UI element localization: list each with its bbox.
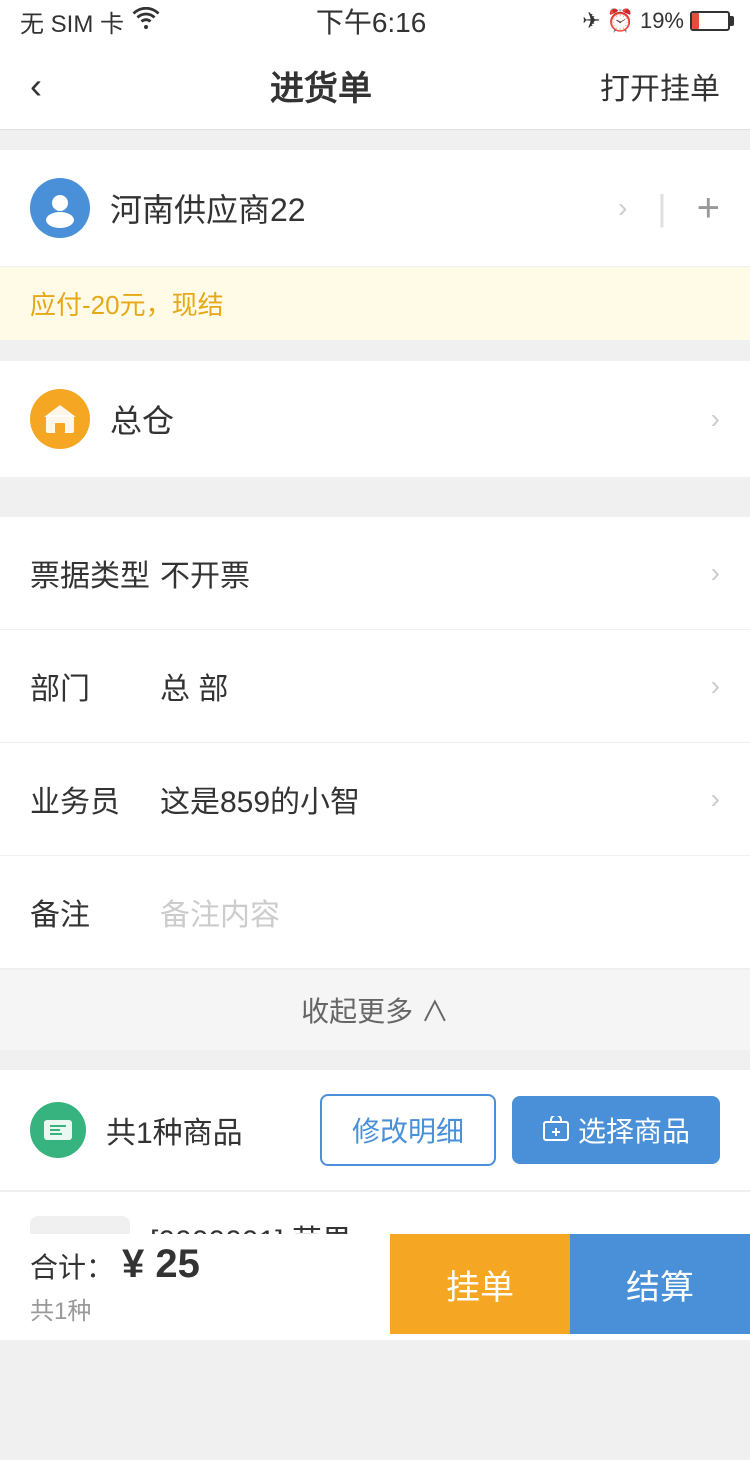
page-title: 进货单	[270, 61, 372, 110]
department-label: 部门	[30, 664, 160, 708]
section-divider-3	[0, 477, 750, 497]
remark-row[interactable]: 备注 备注内容	[0, 856, 750, 968]
section-divider-2	[0, 341, 750, 361]
wifi-icon	[132, 7, 160, 36]
department-chevron-icon: ›	[711, 670, 720, 702]
warehouse-chevron-icon: ›	[711, 403, 720, 435]
edit-detail-button[interactable]: 修改明细	[320, 1094, 496, 1166]
divider-line: |	[657, 187, 666, 229]
alarm-icon: ⏰	[607, 8, 634, 34]
warehouse-name: 总仓	[110, 396, 711, 442]
invoice-type-value: 不开票	[160, 551, 711, 595]
checkout-button[interactable]: 结算	[570, 1234, 750, 1334]
supplier-avatar	[30, 178, 90, 238]
hold-button[interactable]: 挂单	[390, 1234, 570, 1334]
collapse-button[interactable]: 收起更多 ∧	[0, 970, 750, 1050]
total-amount: ¥ 25	[122, 1242, 200, 1287]
form-section: 票据类型 不开票 › 部门 总 部 › 业务员 这是859的小智 › 备注 备注…	[0, 517, 750, 968]
carrier-text: 无 SIM 卡	[20, 4, 124, 39]
status-bar: 无 SIM 卡 下午6:16 ✈ ⏰ 19%	[0, 0, 750, 42]
salesperson-chevron-icon: ›	[711, 783, 720, 815]
total-label: 合计：	[30, 1246, 114, 1286]
status-left: 无 SIM 卡	[20, 4, 160, 39]
location-icon: ✈	[582, 8, 600, 34]
department-value: 总 部	[160, 664, 711, 708]
invoice-type-label: 票据类型	[30, 551, 160, 595]
total-sub: 共1种	[30, 1291, 360, 1326]
invoice-chevron-icon: ›	[711, 557, 720, 589]
open-hold-button[interactable]: 打开挂单	[600, 64, 720, 108]
supplier-section: 河南供应商22 › | + 应付-20元，现结	[0, 150, 750, 341]
add-supplier-button[interactable]: +	[697, 186, 720, 231]
bottom-total: 合计： ¥ 25 共1种	[0, 1234, 390, 1334]
warehouse-icon-wrap	[30, 389, 90, 449]
collapse-text: 收起更多 ∧	[301, 990, 449, 1030]
supplier-actions: › | +	[618, 186, 720, 231]
department-row[interactable]: 部门 总 部 ›	[0, 630, 750, 743]
products-icon	[30, 1102, 86, 1158]
salesperson-label: 业务员	[30, 777, 160, 821]
supplier-row[interactable]: 河南供应商22 › | +	[0, 150, 750, 267]
status-time: 下午6:16	[316, 1, 427, 41]
remark-label: 备注	[30, 890, 160, 934]
products-header: 共1种商品 修改明细 选择商品	[0, 1070, 750, 1190]
remark-placeholder: 备注内容	[160, 890, 720, 934]
invoice-type-row[interactable]: 票据类型 不开票 ›	[0, 517, 750, 630]
warehouse-section: 总仓 ›	[0, 361, 750, 477]
supplier-name: 河南供应商22	[110, 185, 618, 231]
warehouse-row[interactable]: 总仓 ›	[0, 361, 750, 477]
products-count: 共1种商品	[106, 1108, 320, 1152]
bottom-bar: 合计： ¥ 25 共1种 挂单 结算	[0, 1234, 750, 1334]
status-right: ✈ ⏰ 19%	[582, 8, 730, 34]
back-button[interactable]: ‹	[30, 65, 42, 107]
salesperson-row[interactable]: 业务员 这是859的小智 ›	[0, 743, 750, 856]
total-row: 合计： ¥ 25	[30, 1242, 360, 1287]
section-divider-1	[0, 130, 750, 150]
bottom-spacer	[0, 1340, 750, 1460]
battery-icon	[690, 11, 730, 31]
nav-bar: ‹ 进货单 打开挂单	[0, 42, 750, 130]
battery-percent: 19%	[640, 8, 684, 34]
supplier-chevron-icon: ›	[618, 192, 627, 224]
select-product-button[interactable]: 选择商品	[512, 1096, 720, 1164]
select-product-label: 选择商品	[578, 1110, 690, 1150]
salesperson-value: 这是859的小智	[160, 777, 711, 821]
supplier-notice: 应付-20元，现结	[0, 267, 750, 341]
